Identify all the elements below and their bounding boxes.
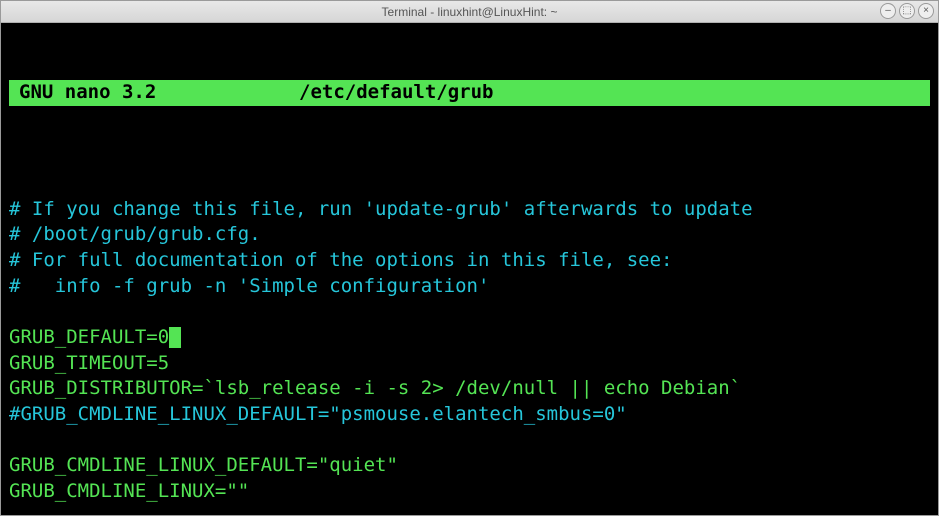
terminal-window: Terminal - linuxhint@LinuxHint: ~ – ⬚ × … — [0, 0, 939, 516]
nano-version: GNU nano 3.2 — [19, 80, 299, 106]
editor-line: # If you change this file, run 'update-g… — [9, 198, 753, 220]
editor-line: # For full documentation of the options … — [9, 249, 672, 271]
editor-line: GRUB_DEFAULT=0 — [9, 326, 169, 348]
text-cursor — [169, 327, 180, 348]
editor-line: GRUB_CMDLINE_LINUX_DEFAULT="quiet" — [9, 454, 398, 476]
editor-line: GRUB_DISTRIBUTOR=`lsb_release -i -s 2> /… — [9, 377, 741, 399]
editor-line: #GRUB_CMDLINE_LINUX_DEFAULT="psmouse.ela… — [9, 403, 627, 425]
minimize-button[interactable]: – — [880, 3, 896, 19]
window-titlebar: Terminal - linuxhint@LinuxHint: ~ – ⬚ × — [1, 1, 938, 23]
terminal-body[interactable]: GNU nano 3.2 /etc/default/grub # If you … — [1, 23, 938, 515]
editor-line: # /boot/grub/grub.cfg. — [9, 223, 261, 245]
editor-line: # info -f grub -n 'Simple configuration' — [9, 275, 489, 297]
editor-line: GRUB_CMDLINE_LINUX="" — [9, 480, 249, 502]
nano-filename: /etc/default/grub — [299, 80, 930, 106]
editor-line: GRUB_TIMEOUT=5 — [9, 352, 169, 374]
nano-header: GNU nano 3.2 /etc/default/grub — [9, 80, 930, 106]
window-title: Terminal - linuxhint@LinuxHint: ~ — [382, 5, 558, 19]
window-buttons: – ⬚ × — [880, 3, 934, 19]
editor-content[interactable]: # If you change this file, run 'update-g… — [9, 197, 930, 505]
maximize-button[interactable]: ⬚ — [899, 3, 915, 19]
close-button[interactable]: × — [918, 3, 934, 19]
